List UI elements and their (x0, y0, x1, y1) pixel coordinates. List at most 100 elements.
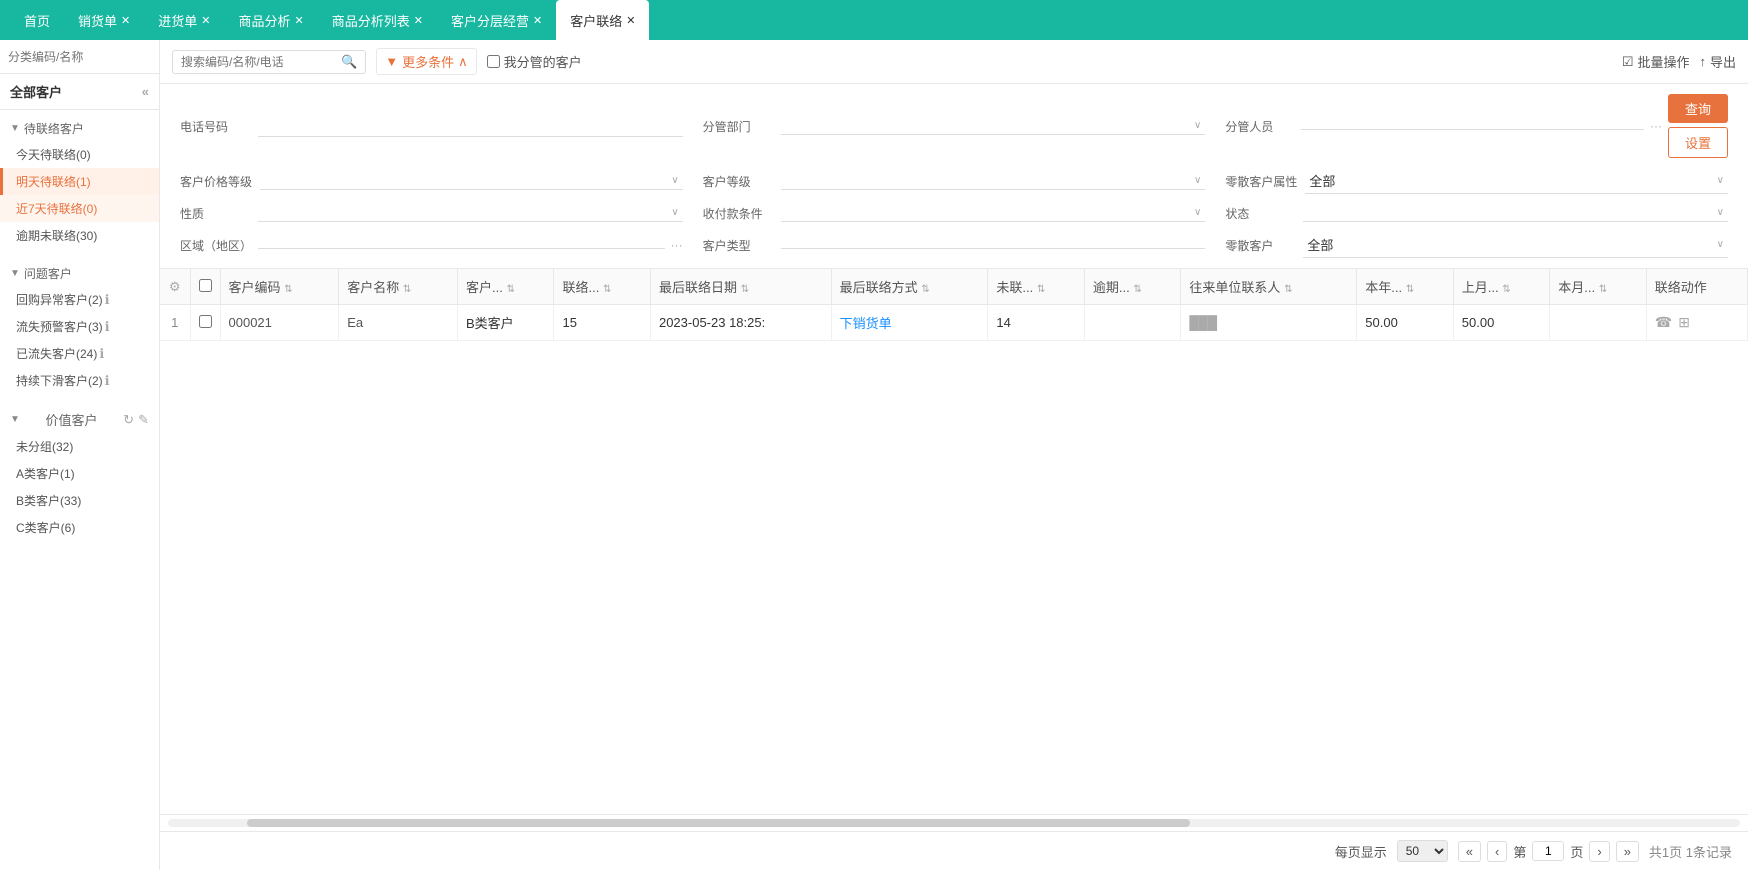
filter-dept-select[interactable]: ∨ (781, 117, 1206, 135)
sidebar-item-overdue[interactable]: 逾期未联络(30) (0, 222, 159, 249)
right-actions: ☑ 批量操作 ↑ 导出 (1622, 52, 1736, 71)
filter-price-level: 客户价格等级 ∨ (180, 172, 683, 190)
nav-product-analysis[interactable]: 商品分析 ✕ (224, 0, 317, 40)
value-refresh-icon[interactable]: ↻ (123, 412, 134, 428)
row-checkbox[interactable] (199, 315, 212, 328)
sidebar-search-input[interactable] (8, 50, 160, 64)
sort-this-month-icon[interactable]: ⇅ (1599, 284, 1607, 295)
sidebar-section-problem-title: 问题客户 (0, 261, 159, 286)
top-nav: 首页 销货单 ✕ 进货单 ✕ 商品分析 ✕ 商品分析列表 ✕ 客户分层经营 ✕ … (0, 0, 1748, 40)
sidebar-item-ungroup[interactable]: 未分组(32) (0, 433, 159, 460)
per-page-select[interactable]: 50 100 (1397, 840, 1448, 862)
last-page-btn[interactable]: » (1616, 841, 1639, 862)
region-ellipsis[interactable]: ··· (671, 238, 683, 252)
sidebar: 🔍 全部客户 « 待联络客户 今天待联络(0) 明天待联络(1) 近7天待联络(… (0, 40, 160, 870)
my-customers-checkbox[interactable] (487, 55, 500, 68)
sort-no-contact-icon[interactable]: ⇅ (1037, 284, 1045, 295)
sidebar-item-declining[interactable]: 持续下滑客户(2) ℹ (0, 367, 159, 394)
sort-last-date-icon[interactable]: ⇅ (741, 284, 749, 295)
sidebar-collapse-icon[interactable]: « (142, 84, 149, 99)
last-method-link[interactable]: 下销货单 (840, 316, 892, 331)
sidebar-all-customers[interactable]: 全部客户 « (0, 74, 159, 110)
sort-name-icon[interactable]: ⇅ (403, 284, 411, 295)
table-row: 1 000021 Ea B类客户 15 2023-05-23 18:25: 下销… (160, 305, 1748, 341)
filter-person: 分管人员 ··· 查询 设置 (1225, 94, 1728, 158)
nav-purchase[interactable]: 进货单 ✕ (144, 0, 224, 40)
filter-more-btn[interactable]: ▼ 更多条件 ∧ (376, 48, 476, 75)
next-page-btn[interactable]: › (1589, 841, 1609, 862)
first-page-btn[interactable]: « (1458, 841, 1481, 862)
filter-price-level-select[interactable]: ∨ (260, 172, 683, 190)
table-container: ⚙ 客户编码 ⇅ 客户名称 ⇅ 客户... ⇅ 联络... ⇅ 最后联络日期 ⇅… (160, 269, 1748, 814)
sort-last-month-icon[interactable]: ⇅ (1502, 284, 1510, 295)
search-input-wrap: 🔍 (172, 50, 366, 74)
th-gear[interactable]: ⚙ (160, 269, 190, 305)
sort-overdue-icon[interactable]: ⇅ (1133, 284, 1141, 295)
search-input[interactable] (181, 55, 341, 69)
sort-type-icon[interactable]: ⇅ (506, 284, 514, 295)
person-ellipsis[interactable]: ··· (1650, 119, 1662, 133)
filter-retail-customer-select[interactable]: 全部 ∨ (1303, 232, 1728, 258)
th-checkbox[interactable] (190, 269, 220, 305)
export-btn[interactable]: ↑ 导出 (1699, 52, 1736, 71)
sort-contacts-icon[interactable]: ⇅ (1284, 284, 1292, 295)
filter-customer-type-select[interactable] (781, 242, 1206, 249)
nav-product-list-close[interactable]: ✕ (414, 14, 423, 27)
sort-last-method-icon[interactable]: ⇅ (921, 284, 929, 295)
sidebar-item-a-class[interactable]: A类客户(1) (0, 460, 159, 487)
nav-customer-segment-close[interactable]: ✕ (533, 14, 542, 27)
query-button[interactable]: 查询 (1668, 94, 1728, 123)
nav-product-analysis-close[interactable]: ✕ (295, 14, 304, 27)
sidebar-item-abnormal[interactable]: 回购异常客户(2) ℹ (0, 286, 159, 313)
page-number-input[interactable] (1532, 841, 1564, 861)
sort-contact-icon[interactable]: ⇅ (603, 284, 611, 295)
filter-gender-select[interactable]: ∨ (258, 204, 683, 222)
nav-customer-contact-close[interactable]: ✕ (626, 14, 635, 27)
nav-home[interactable]: 首页 (10, 0, 64, 40)
search-icon[interactable]: 🔍 (341, 54, 357, 70)
filter-status-select[interactable]: ∨ (1303, 204, 1728, 222)
filter-customer-level: 客户等级 ∨ (703, 172, 1206, 190)
sidebar-item-week[interactable]: 近7天待联络(0) (0, 195, 159, 222)
cell-last-date: 2023-05-23 18:25: (650, 305, 831, 341)
nav-customer-segment[interactable]: 客户分层经营 ✕ (437, 0, 556, 40)
action-phone-icon[interactable]: ☎ (1655, 314, 1672, 331)
cell-this-month (1550, 305, 1647, 341)
my-customers-wrap: 我分管的客户 (487, 52, 582, 71)
sidebar-item-tomorrow[interactable]: 明天待联络(1) (0, 168, 159, 195)
filter-status: 状态 ∨ (1225, 204, 1728, 222)
filter-payment-select[interactable]: ∨ (781, 204, 1206, 222)
sidebar-section-pending-title: 待联络客户 (0, 116, 159, 141)
nav-product-list[interactable]: 商品分析列表 ✕ (318, 0, 437, 40)
sort-this-year-icon[interactable]: ⇅ (1406, 284, 1414, 295)
sidebar-item-lost-warning[interactable]: 流失预警客户(3) ℹ (0, 313, 159, 340)
cell-checkbox[interactable] (190, 305, 220, 341)
action-grid-icon[interactable]: ⊞ (1678, 314, 1690, 331)
set-button[interactable]: 设置 (1668, 127, 1728, 158)
nav-sales-close[interactable]: ✕ (121, 14, 130, 27)
nav-customer-contact[interactable]: 客户联络 ✕ (556, 0, 649, 40)
nav-sales[interactable]: 销货单 ✕ (64, 0, 144, 40)
prev-page-btn[interactable]: ‹ (1487, 841, 1507, 862)
th-name: 客户名称 ⇅ (339, 269, 458, 305)
cell-contact-count: 15 (554, 305, 651, 341)
value-edit-icon[interactable]: ✎ (138, 412, 149, 428)
filter-retail-attr-select[interactable]: 全部 ∨ (1305, 168, 1728, 194)
sidebar-item-c-class[interactable]: C类客户(6) (0, 514, 159, 541)
price-level-chevron-icon: ∨ (671, 175, 678, 186)
filter-chevron: ∧ (458, 54, 468, 70)
dept-chevron-icon: ∨ (1194, 120, 1201, 131)
filter-retail-attr: 零散客户属性 全部 ∨ (1225, 168, 1728, 194)
filter-phone-input[interactable] (258, 116, 683, 137)
scroll-thumb[interactable] (247, 819, 1190, 827)
nav-purchase-close[interactable]: ✕ (201, 14, 210, 27)
sidebar-item-lost[interactable]: 已流失客户(24) ℹ (0, 340, 159, 367)
sidebar-item-today[interactable]: 今天待联络(0) (0, 141, 159, 168)
select-all-checkbox[interactable] (199, 279, 212, 292)
filter-customer-level-select[interactable]: ∨ (781, 172, 1206, 190)
sidebar-item-b-class[interactable]: B类客户(33) (0, 487, 159, 514)
retail-attr-chevron-icon: ∨ (1717, 175, 1724, 186)
cell-last-method[interactable]: 下销货单 (831, 305, 988, 341)
sort-code-icon[interactable]: ⇅ (284, 284, 292, 295)
batch-ops-btn[interactable]: ☑ 批量操作 (1622, 52, 1690, 71)
